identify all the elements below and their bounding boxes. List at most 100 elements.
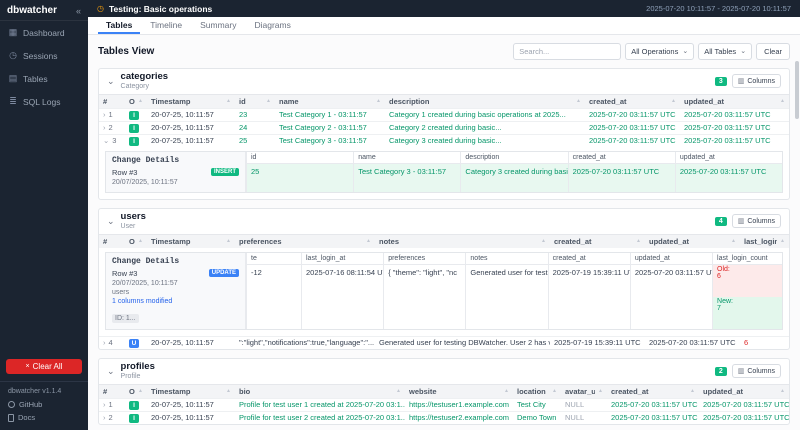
table-section-profiles: ⌄profilesProfile2▥Columns#Op▲Timestamp▲b… xyxy=(98,357,790,425)
table-cell: ":"light","notifications":true,"language… xyxy=(239,338,375,348)
column-header[interactable]: # xyxy=(99,95,125,108)
table-section-users: ⌄usersUser4▥Columns#Op▲Timestamp▲prefere… xyxy=(98,207,790,350)
table-cell: Profile for test user 1 created at 2025-… xyxy=(239,400,405,410)
sort-icon: ▲ xyxy=(226,238,231,245)
column-header[interactable]: # xyxy=(99,385,125,398)
detail-field: updated_at 2025-07-20 03:11:57 UTC xyxy=(629,252,713,329)
column-header[interactable]: Op▲ xyxy=(125,235,147,248)
app-logo: dbwatcher xyxy=(7,5,58,16)
detail-field-value: Old: 6 New: 7 xyxy=(713,264,783,329)
table-cell: 20-07-25, 10:11:57 xyxy=(151,338,214,348)
table-cell: Category 3 created during basic... xyxy=(389,136,502,146)
column-header[interactable]: updated_at ▲ xyxy=(699,385,789,398)
table-cell: 2025-07-20 03:11:57 UTC xyxy=(684,136,771,146)
detail-field-name: preferences xyxy=(384,253,466,265)
section-header[interactable]: ⌄ profiles Profile 2 ▥ Columns xyxy=(99,359,789,384)
column-header[interactable]: created_at ▲ xyxy=(550,235,645,248)
table-row[interactable]: › 2 I 20-07-25, 10:11:57 Profile for test us… xyxy=(99,410,789,424)
scrollbar-thumb[interactable] xyxy=(795,61,799,119)
expand-row-icon[interactable]: › xyxy=(103,413,106,422)
search-input[interactable] xyxy=(513,43,622,60)
columns-button[interactable]: ▥ Columns xyxy=(731,364,781,379)
tab-diagrams[interactable]: Diagrams xyxy=(246,17,298,34)
column-header[interactable]: description ▲ xyxy=(385,95,585,108)
column-header[interactable]: # xyxy=(99,235,125,248)
column-header[interactable]: bio ▲ xyxy=(235,385,405,398)
column-header-label: created_at xyxy=(554,236,592,246)
sidebar-item-sessions[interactable]: ◷ Sessions xyxy=(0,44,88,67)
clear-all-button[interactable]: × Clear All xyxy=(6,359,82,374)
column-header-label: Op xyxy=(129,386,135,396)
detail-timestamp: 20/07/2025, 10:11:57 xyxy=(112,279,178,287)
column-header[interactable]: updated_at ▲ xyxy=(645,235,740,248)
column-header[interactable]: Timestamp ▲ xyxy=(147,235,235,248)
column-header-label: avatar_url xyxy=(565,386,595,396)
table-row[interactable]: › 1 I 20-07-25, 10:11:57 Profile for test us… xyxy=(99,397,789,411)
column-header[interactable]: created_at ▲ xyxy=(585,95,680,108)
table-cell: 25 xyxy=(239,136,248,146)
table-cell: 24 xyxy=(239,123,248,133)
sql-logs-icon: ≣ xyxy=(9,96,17,106)
column-header[interactable]: website ▲ xyxy=(405,385,513,398)
sidebar-item-label: SQL Logs xyxy=(23,96,61,107)
chevron-down-icon: ⌄ xyxy=(107,75,115,86)
main-area: ◷ Testing: Basic operations 2025-07-20 1… xyxy=(88,0,800,430)
columns-button-label: Columns xyxy=(747,217,775,225)
column-header[interactable]: Op▲ xyxy=(125,385,147,398)
change-details-panel: Change Details Row #3 UPDATE 20/07/2025, 10… xyxy=(105,251,783,330)
dashboard-icon: ▦ xyxy=(8,27,18,37)
column-header[interactable]: location ▲ xyxy=(513,385,561,398)
table-row[interactable]: ⌄ 3 I 20-07-25, 10:11:57 25 Test Category 3 -… xyxy=(99,133,789,147)
column-header[interactable]: preferences ▲ xyxy=(235,235,375,248)
footer-link-github[interactable]: GitHub xyxy=(6,398,82,411)
table-cell: 2025-07-20 03:11:57 UTC xyxy=(684,110,771,120)
columns-button[interactable]: ▥ Columns xyxy=(731,214,781,229)
detail-field: last_login_at 2025-07-16 08:11:54 UTC xyxy=(301,252,384,329)
column-header[interactable]: created_at ▲ xyxy=(607,385,699,398)
tab-summary[interactable]: Summary xyxy=(192,17,244,34)
column-header[interactable]: notes ▲ xyxy=(375,235,550,248)
sidebar-collapse-icon[interactable]: « xyxy=(76,6,81,16)
column-header[interactable]: avatar_url▲ xyxy=(561,385,607,398)
column-header-label: description xyxy=(389,96,430,106)
expand-row-icon[interactable]: › xyxy=(103,123,106,132)
footer-link-docs[interactable]: Docs xyxy=(6,411,82,424)
operations-filter-select[interactable]: All Operations ⌄ xyxy=(625,43,695,60)
tab-tables[interactable]: Tables xyxy=(98,17,141,34)
sidebar-item-sql-logs[interactable]: ≣ SQL Logs xyxy=(0,90,88,113)
section-header[interactable]: ⌄ users User 4 ▥ Columns xyxy=(99,209,789,234)
tab-timeline[interactable]: Timeline xyxy=(142,17,190,34)
column-header[interactable]: name ▲ xyxy=(275,95,385,108)
table-row[interactable]: › 2 I 20-07-25, 10:11:57 24 Test Category 2 -… xyxy=(99,120,789,134)
table-section-categories: ⌄categoriesCategory3▥Columns#Op▲Timestam… xyxy=(98,68,790,200)
expand-row-icon[interactable]: ⌄ xyxy=(103,136,109,145)
table-row[interactable]: › 1 I 20-07-25, 10:11:57 23 Test Category 1 -… xyxy=(99,107,789,121)
sort-icon: ▲ xyxy=(598,388,603,395)
detail-field-name: name xyxy=(354,152,461,164)
table-cell: 6 xyxy=(744,338,749,348)
columns-button[interactable]: ▥ Columns xyxy=(731,74,781,89)
table-cell: Test City xyxy=(517,400,546,410)
column-header[interactable]: id ▲ xyxy=(235,95,275,108)
table-cell: 20-07-25, 10:11:57 xyxy=(151,413,214,423)
column-header[interactable]: updated_at ▲ xyxy=(680,95,789,108)
app-version: dbwatcher v1.1.4 xyxy=(8,388,62,395)
column-header[interactable]: Timestamp ▲ xyxy=(147,385,235,398)
column-header[interactable]: Op▲ xyxy=(125,95,147,108)
detail-field-name: created_at xyxy=(548,253,630,265)
section-header[interactable]: ⌄ categories Category 3 ▥ Columns xyxy=(99,69,789,94)
clear-filters-button[interactable]: Clear xyxy=(756,43,790,60)
detail-operation-badge: INSERT xyxy=(210,168,239,177)
expand-row-icon[interactable]: › xyxy=(103,338,106,347)
table-row[interactable]: › 4 U 20-07-25, 10:11:57 ":"light","notifica… xyxy=(99,335,789,349)
column-header[interactable]: last_login_count▲ xyxy=(740,235,789,248)
column-header[interactable]: Timestamp ▲ xyxy=(147,95,235,108)
detail-field-name: last_login_at xyxy=(302,253,384,265)
tables-filter-select[interactable]: All Tables ⌄ xyxy=(698,43,753,60)
sort-icon: ▲ xyxy=(504,388,509,395)
expand-row-icon[interactable]: › xyxy=(103,400,106,409)
row-number: 2 xyxy=(108,413,113,423)
sidebar-item-dashboard[interactable]: ▦ Dashboard xyxy=(0,21,88,44)
sidebar-item-tables[interactable]: ▤ Tables xyxy=(0,67,88,90)
expand-row-icon[interactable]: › xyxy=(103,110,106,119)
